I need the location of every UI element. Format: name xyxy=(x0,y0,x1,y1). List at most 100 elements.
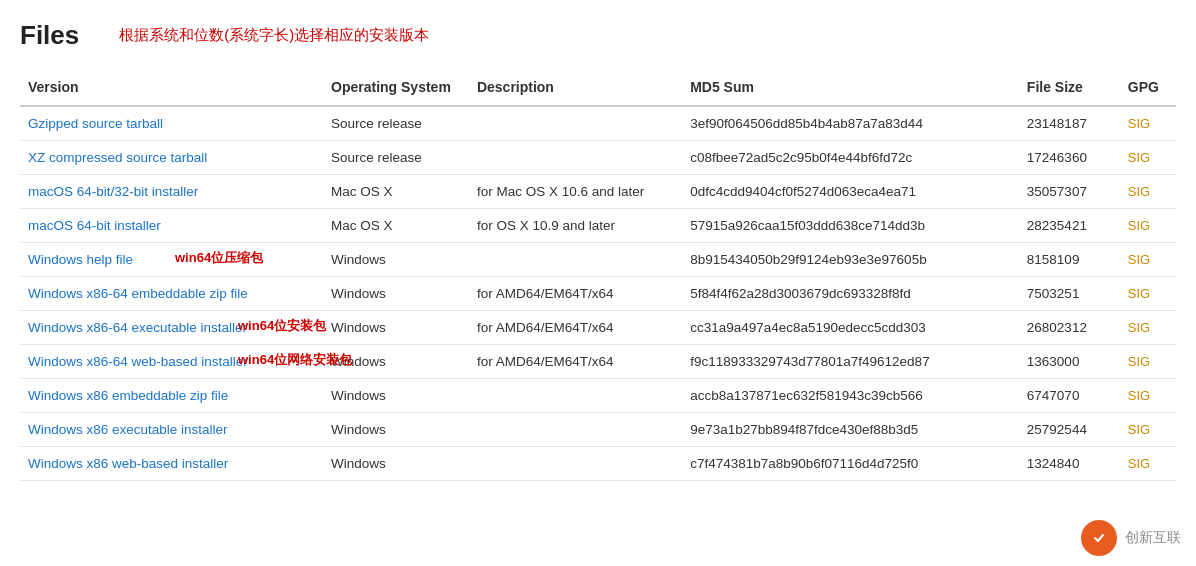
desc-cell xyxy=(469,243,682,277)
desc-cell xyxy=(469,413,682,447)
version-link[interactable]: macOS 64-bit installer xyxy=(28,218,161,233)
size-cell: 28235421 xyxy=(1019,209,1120,243)
version-cell: Windows x86-64 executable installerwin64… xyxy=(20,311,323,345)
desc-cell xyxy=(469,106,682,141)
sig-link[interactable]: SIG xyxy=(1128,116,1150,131)
table-row: Windows x86 web-based installer Windows c7… xyxy=(20,447,1176,481)
version-cell: Windows help file win64位压缩包 xyxy=(20,243,323,277)
md5-cell: 3ef90f064506dd85b4b4ab87a7a83d44 xyxy=(682,106,1019,141)
watermark: 创新互联 xyxy=(1081,520,1181,556)
gpg-cell: SIG xyxy=(1120,413,1176,447)
os-cell: Windows xyxy=(323,413,469,447)
desc-cell: for AMD64/EM64T/x64 xyxy=(469,311,682,345)
size-cell: 25792544 xyxy=(1019,413,1120,447)
sig-link[interactable]: SIG xyxy=(1128,150,1150,165)
size-cell: 7503251 xyxy=(1019,277,1120,311)
table-row: Windows x86 executable installer Windows 9… xyxy=(20,413,1176,447)
version-link[interactable]: Windows x86-64 executable installer xyxy=(28,320,247,335)
sig-link[interactable]: SIG xyxy=(1128,320,1150,335)
os-cell: Source release xyxy=(323,141,469,175)
files-table: Version Operating System Description MD5… xyxy=(20,69,1176,481)
gpg-cell: SIG xyxy=(1120,141,1176,175)
os-cell: Windows xyxy=(323,447,469,481)
page-title: Files xyxy=(20,20,79,51)
version-link[interactable]: Gzipped source tarball xyxy=(28,116,163,131)
table-header: Version Operating System Description MD5… xyxy=(20,69,1176,106)
col-desc-header: Description xyxy=(469,69,682,106)
table-body: Gzipped source tarball Source release 3ef9… xyxy=(20,106,1176,481)
md5-cell: f9c118933329743d77801a7f49612ed87 xyxy=(682,345,1019,379)
version-link[interactable]: Windows help file xyxy=(28,252,133,267)
sig-link[interactable]: SIG xyxy=(1128,456,1150,471)
gpg-cell: SIG xyxy=(1120,379,1176,413)
gpg-cell: SIG xyxy=(1120,106,1176,141)
gpg-cell: SIG xyxy=(1120,243,1176,277)
annotation-label: win64位压缩包 xyxy=(175,249,263,267)
table-row: macOS 64-bit installer Mac OS Xfor OS X 1… xyxy=(20,209,1176,243)
gpg-cell: SIG xyxy=(1120,175,1176,209)
col-md5-header: MD5 Sum xyxy=(682,69,1019,106)
desc-cell: for OS X 10.9 and later xyxy=(469,209,682,243)
version-link[interactable]: Windows x86 web-based installer xyxy=(28,456,228,471)
sig-link[interactable]: SIG xyxy=(1128,252,1150,267)
md5-cell: 57915a926caa15f03ddd638ce714dd3b xyxy=(682,209,1019,243)
annotation-label: win64位网络安装包 xyxy=(238,351,352,369)
table-row: Windows x86 embeddable zip fileWindowsac… xyxy=(20,379,1176,413)
version-cell: Gzipped source tarball xyxy=(20,106,323,141)
version-link[interactable]: macOS 64-bit/32-bit installer xyxy=(28,184,198,199)
version-cell: Windows x86 web-based installer xyxy=(20,447,323,481)
sig-link[interactable]: SIG xyxy=(1128,218,1150,233)
version-link[interactable]: Windows x86-64 embeddable zip file xyxy=(28,286,248,301)
os-cell: Windows xyxy=(323,311,469,345)
table-row: Windows help filewin64位压缩包Windows8b91543… xyxy=(20,243,1176,277)
gpg-cell: SIG xyxy=(1120,447,1176,481)
desc-cell xyxy=(469,379,682,413)
sig-link[interactable]: SIG xyxy=(1128,422,1150,437)
version-cell: Windows x86 embeddable zip file xyxy=(20,379,323,413)
size-cell: 35057307 xyxy=(1019,175,1120,209)
version-cell: Windows x86-64 embeddable zip file xyxy=(20,277,323,311)
version-link[interactable]: Windows x86-64 web-based installer xyxy=(28,354,248,369)
version-cell: macOS 64-bit/32-bit installer xyxy=(20,175,323,209)
version-cell: XZ compressed source tarball xyxy=(20,141,323,175)
sig-link[interactable]: SIG xyxy=(1128,354,1150,369)
gpg-cell: SIG xyxy=(1120,345,1176,379)
size-cell: 26802312 xyxy=(1019,311,1120,345)
size-cell: 17246360 xyxy=(1019,141,1120,175)
page-subtitle: 根据系统和位数(系统字长)选择相应的安装版本 xyxy=(119,26,429,45)
sig-link[interactable]: SIG xyxy=(1128,388,1150,403)
col-os-header: Operating System xyxy=(323,69,469,106)
md5-cell: 5f84f4f62a28d3003679dc693328f8fd xyxy=(682,277,1019,311)
os-cell: Source release xyxy=(323,106,469,141)
os-cell: Windows xyxy=(323,379,469,413)
version-link[interactable]: XZ compressed source tarball xyxy=(28,150,207,165)
os-cell: Mac OS X xyxy=(323,209,469,243)
table-row: Windows x86-64 web-based installerwin64位… xyxy=(20,345,1176,379)
md5-cell: 0dfc4cdd9404cf0f5274d063eca4ea71 xyxy=(682,175,1019,209)
desc-cell xyxy=(469,447,682,481)
sig-link[interactable]: SIG xyxy=(1128,286,1150,301)
table-row: XZ compressed source tarball Source relea… xyxy=(20,141,1176,175)
header-row: Files 根据系统和位数(系统字长)选择相应的安装版本 xyxy=(20,20,1176,51)
desc-cell: for AMD64/EM64T/x64 xyxy=(469,345,682,379)
table-row: Windows x86-64 embeddable zip fileWindow… xyxy=(20,277,1176,311)
gpg-cell: SIG xyxy=(1120,209,1176,243)
size-cell: 6747070 xyxy=(1019,379,1120,413)
md5-cell: c7f474381b7a8b90b6f07116d4d725f0 xyxy=(682,447,1019,481)
sig-link[interactable]: SIG xyxy=(1128,184,1150,199)
version-cell: Windows x86-64 web-based installerwin64位… xyxy=(20,345,323,379)
md5-cell: 9e73a1b27bb894f87fdce430ef88b3d5 xyxy=(682,413,1019,447)
size-cell: 1324840 xyxy=(1019,447,1120,481)
desc-cell xyxy=(469,141,682,175)
col-version-header: Version xyxy=(20,69,323,106)
table-row: macOS 64-bit/32-bit installerMac OS Xfor… xyxy=(20,175,1176,209)
annotation-label: win64位安装包 xyxy=(238,317,326,335)
version-link[interactable]: Windows x86 embeddable zip file xyxy=(28,388,228,403)
col-gpg-header: GPG xyxy=(1120,69,1176,106)
version-link[interactable]: Windows x86 executable installer xyxy=(28,422,228,437)
desc-cell: for AMD64/EM64T/x64 xyxy=(469,277,682,311)
os-cell: Windows xyxy=(323,243,469,277)
gpg-cell: SIG xyxy=(1120,277,1176,311)
md5-cell: c08fbee72ad5c2c95b0f4e44bf6fd72c xyxy=(682,141,1019,175)
os-cell: Mac OS X xyxy=(323,175,469,209)
